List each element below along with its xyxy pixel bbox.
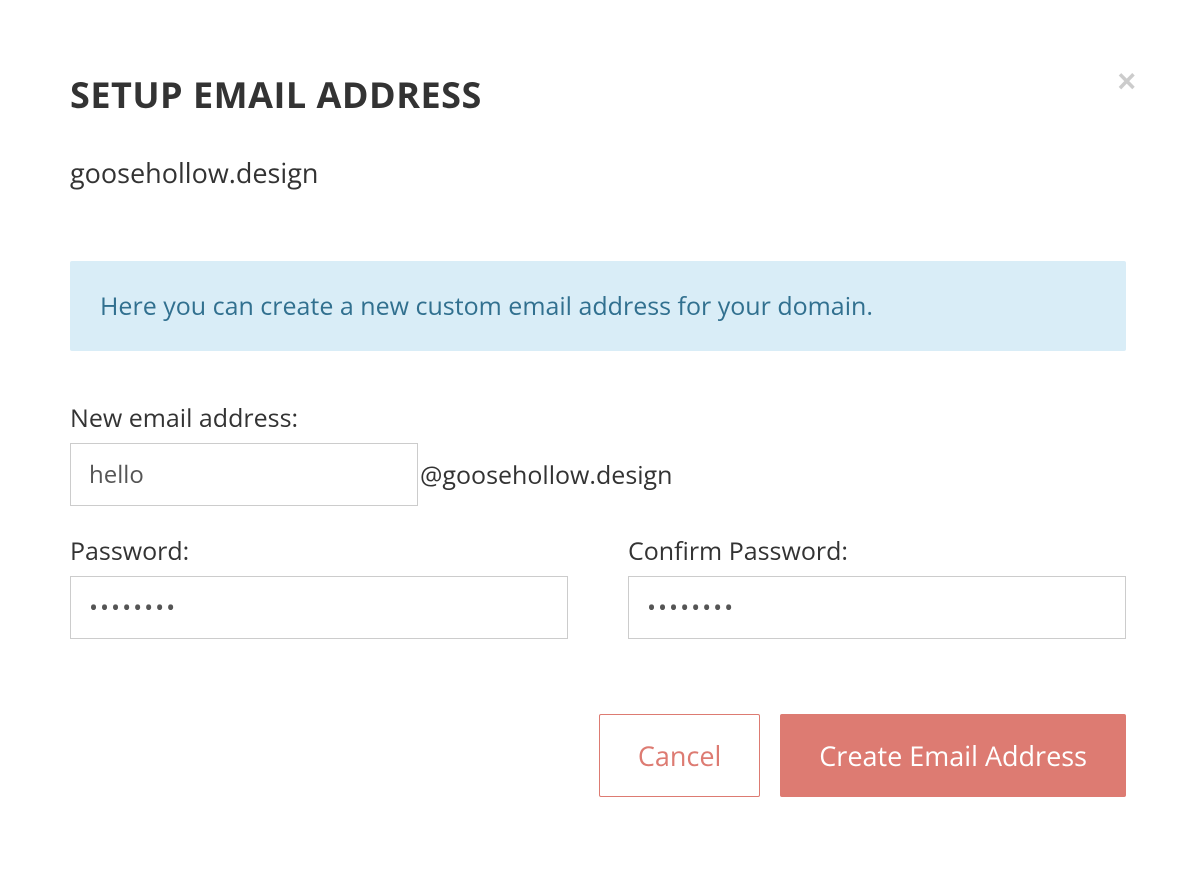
password-input[interactable]	[70, 576, 568, 639]
close-icon: ×	[1117, 63, 1136, 99]
close-button[interactable]: ×	[1117, 65, 1136, 97]
domain-suffix: @goosehollow.design	[418, 458, 672, 492]
create-email-button[interactable]: Create Email Address	[780, 714, 1126, 797]
password-label: Password:	[70, 534, 568, 568]
modal-title: SETUP EMAIL ADDRESS	[70, 70, 1126, 119]
button-row: Cancel Create Email Address	[70, 714, 1126, 797]
password-row: Password: Confirm Password:	[70, 534, 1126, 639]
modal-header: SETUP EMAIL ADDRESS × goosehollow.design	[70, 70, 1126, 191]
info-banner: Here you can create a new custom email a…	[70, 261, 1126, 351]
confirm-password-column: Confirm Password:	[628, 534, 1126, 639]
email-input-row: @goosehollow.design	[70, 443, 1126, 506]
password-column: Password:	[70, 534, 568, 639]
email-form-row: New email address: @goosehollow.design	[70, 401, 1126, 506]
domain-name: goosehollow.design	[70, 154, 1126, 191]
cancel-button[interactable]: Cancel	[599, 714, 760, 797]
confirm-password-label: Confirm Password:	[628, 534, 1126, 568]
confirm-password-input[interactable]	[628, 576, 1126, 639]
email-local-input[interactable]	[70, 443, 418, 506]
email-label: New email address:	[70, 401, 1126, 435]
